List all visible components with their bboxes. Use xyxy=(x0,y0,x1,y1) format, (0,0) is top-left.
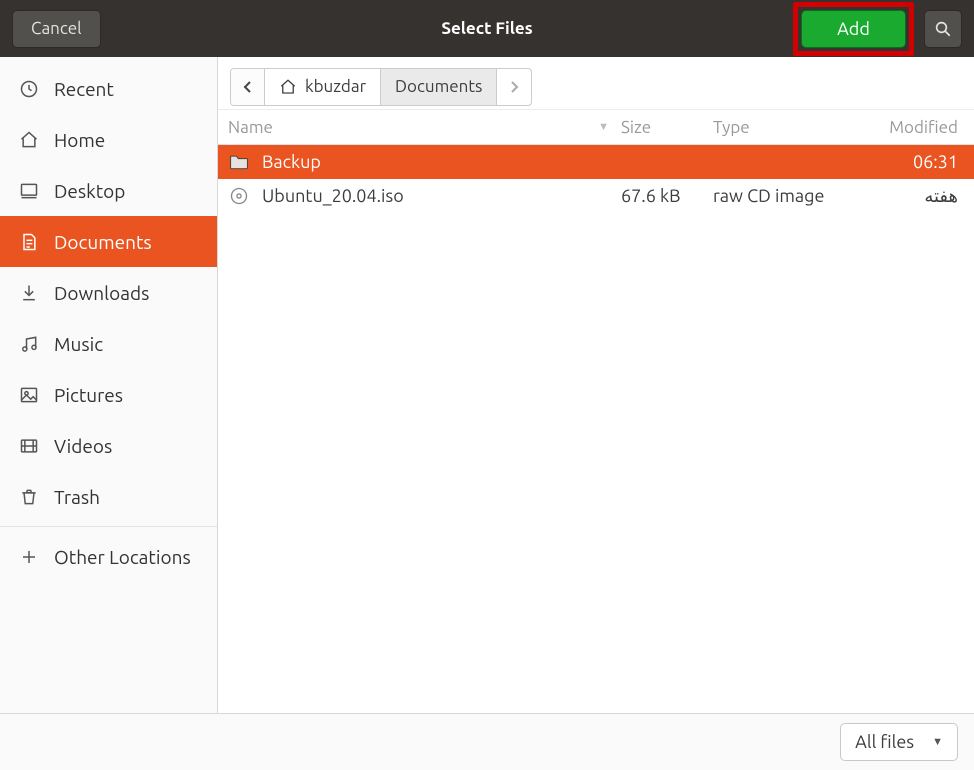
sidebar-item-documents[interactable]: Documents xyxy=(0,216,217,267)
file-size: 67.6 kB xyxy=(621,186,713,206)
sidebar-item-downloads[interactable]: Downloads xyxy=(0,267,217,318)
column-name[interactable]: Name ▼ xyxy=(228,118,609,137)
path-segment-label: Documents xyxy=(395,77,482,96)
column-size[interactable]: Size xyxy=(621,118,713,137)
column-type[interactable]: Type xyxy=(713,118,863,137)
column-name-label: Name xyxy=(228,118,273,137)
sidebar-item-other-locations[interactable]: Other Locations xyxy=(0,531,217,582)
home-icon xyxy=(18,130,40,150)
sort-indicator-icon: ▼ xyxy=(598,121,609,133)
music-icon xyxy=(18,334,40,354)
sidebar: Recent Home Desktop Documents Downloads xyxy=(0,57,218,713)
sidebar-separator xyxy=(0,526,217,527)
path-back-button[interactable] xyxy=(231,69,265,105)
sidebar-item-pictures[interactable]: Pictures xyxy=(0,369,217,420)
table-row[interactable]: Backup 06:31 xyxy=(218,145,974,179)
clock-icon xyxy=(18,79,40,99)
sidebar-item-label: Downloads xyxy=(54,282,149,304)
path-bar: kbuzdar Documents xyxy=(218,57,974,109)
footer-bar: All files ▼ xyxy=(0,713,974,770)
folder-icon xyxy=(228,153,250,171)
sidebar-item-label: Other Locations xyxy=(54,546,191,568)
sidebar-item-label: Desktop xyxy=(54,180,125,202)
sidebar-item-label: Pictures xyxy=(54,384,123,406)
column-headers: Name ▼ Size Type Modified xyxy=(218,109,974,145)
sidebar-item-label: Recent xyxy=(54,78,114,100)
column-modified[interactable]: Modified xyxy=(863,118,958,137)
file-modified: هفته xyxy=(863,186,958,207)
chevron-left-icon xyxy=(243,80,253,94)
cancel-button[interactable]: Cancel xyxy=(12,10,101,48)
file-type: raw CD image xyxy=(713,186,863,206)
home-icon xyxy=(279,78,297,96)
chevron-down-icon: ▼ xyxy=(932,736,943,748)
path-forward-button[interactable] xyxy=(497,69,531,105)
video-icon xyxy=(18,436,40,456)
file-type-filter[interactable]: All files ▼ xyxy=(840,723,958,761)
file-name: Ubuntu_20.04.iso xyxy=(262,186,404,206)
search-button[interactable] xyxy=(924,10,962,48)
add-button[interactable]: Add xyxy=(801,10,906,48)
plus-icon xyxy=(18,548,40,566)
download-icon xyxy=(18,283,40,303)
disc-icon xyxy=(228,186,250,206)
path-segment-label: kbuzdar xyxy=(305,77,366,96)
sidebar-item-videos[interactable]: Videos xyxy=(0,420,217,471)
filter-label: All files xyxy=(855,732,914,752)
sidebar-item-label: Music xyxy=(54,333,103,355)
chevron-right-icon xyxy=(509,80,519,94)
table-row[interactable]: Ubuntu_20.04.iso 67.6 kB raw CD image هف… xyxy=(218,179,974,213)
sidebar-item-label: Trash xyxy=(54,486,100,508)
sidebar-item-recent[interactable]: Recent xyxy=(0,63,217,114)
file-list: Backup 06:31 Ubuntu_20.04.iso 67.6 kB ra… xyxy=(218,145,974,713)
sidebar-item-desktop[interactable]: Desktop xyxy=(0,165,217,216)
sidebar-item-trash[interactable]: Trash xyxy=(0,471,217,522)
trash-icon xyxy=(18,487,40,507)
search-icon xyxy=(934,20,952,38)
picture-icon xyxy=(18,385,40,405)
path-segment-home[interactable]: kbuzdar xyxy=(265,69,381,105)
sidebar-item-label: Videos xyxy=(54,435,112,457)
document-icon xyxy=(18,232,40,252)
add-highlight-box: Add xyxy=(793,2,914,56)
sidebar-item-music[interactable]: Music xyxy=(0,318,217,369)
desktop-icon xyxy=(18,181,40,201)
sidebar-item-label: Documents xyxy=(54,231,152,253)
file-modified: 06:31 xyxy=(863,152,958,172)
sidebar-item-home[interactable]: Home xyxy=(0,114,217,165)
sidebar-item-label: Home xyxy=(54,129,105,151)
title-bar: Cancel Select Files Add xyxy=(0,0,974,57)
path-segment-current[interactable]: Documents xyxy=(381,69,497,105)
file-name: Backup xyxy=(262,152,321,172)
